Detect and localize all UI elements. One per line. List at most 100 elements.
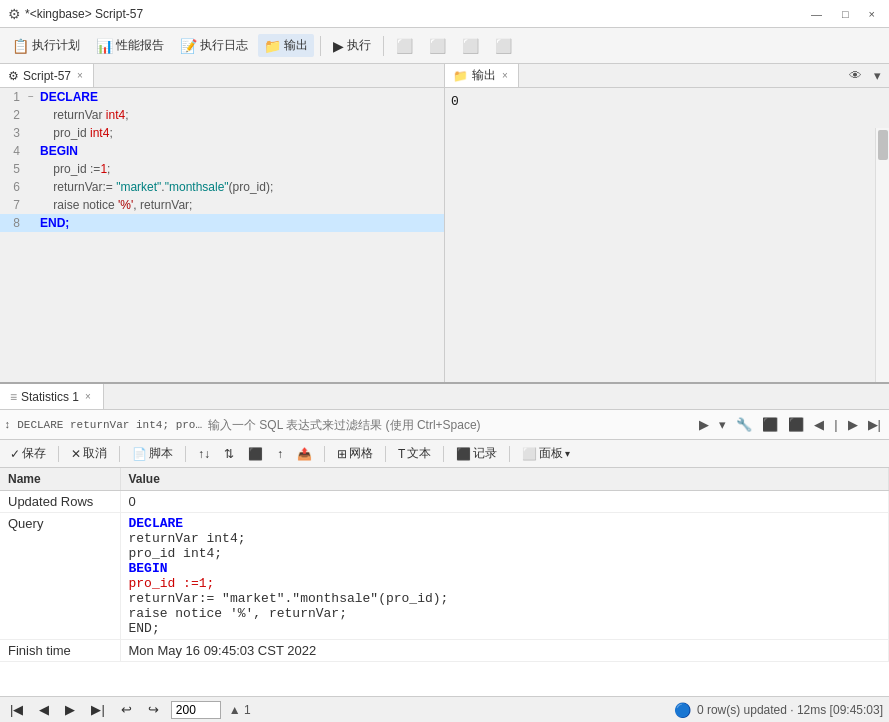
redo-button[interactable]: ↪ xyxy=(144,700,163,719)
cancel-action-label: 取消 xyxy=(83,445,107,462)
col-header-value: Value xyxy=(120,468,889,491)
filter-btn-2[interactable]: ⬛ xyxy=(758,415,782,434)
text-button[interactable]: T 文本 xyxy=(394,443,435,464)
nav-end-btn[interactable]: ▶| xyxy=(864,415,885,434)
record-button[interactable]: ⬛ 记录 xyxy=(452,443,501,464)
nav-next-page-button[interactable]: ▶ xyxy=(61,700,79,719)
perf-report-button[interactable]: 📊 性能报告 xyxy=(90,34,170,57)
nav-next-btn[interactable]: ▶ xyxy=(844,415,862,434)
line-expand-3 xyxy=(28,124,40,142)
execute-label: 执行 xyxy=(347,37,371,54)
script-action-button[interactable]: 📄 脚本 xyxy=(128,443,177,464)
rows-info-text: 0 row(s) updated · 12ms [09:45:03] xyxy=(697,703,883,717)
line-content-7: raise notice '%', returnVar; xyxy=(40,196,444,214)
editor-tab-close[interactable]: × xyxy=(75,69,85,82)
filter-btn-3[interactable]: ⬛ xyxy=(784,415,808,434)
panel-icon: ⬜ xyxy=(522,447,537,461)
statistics-panel: ≡ Statistics 1 × ↕ DECLARE returnVar int… xyxy=(0,382,889,722)
row-value-updated: 0 xyxy=(120,491,889,513)
action-div-6 xyxy=(443,446,444,462)
tool-btn-4[interactable]: ⬜ xyxy=(489,35,518,57)
panel-button[interactable]: ⬜ 面板 ▾ xyxy=(518,443,574,464)
stats-tab-close[interactable]: × xyxy=(83,390,93,403)
output-header: 📁 输出 × 👁 ▾ xyxy=(445,64,889,88)
perf-report-label: 性能报告 xyxy=(116,37,164,54)
filter-input[interactable] xyxy=(208,418,691,432)
output-label: 输出 xyxy=(284,37,308,54)
output-button[interactable]: 📁 输出 xyxy=(258,34,314,57)
query-line-1: returnVar int4; xyxy=(129,531,881,546)
nav-last-button[interactable]: ▶| xyxy=(87,700,108,719)
editor-tab[interactable]: ⚙ Script-57 × xyxy=(0,64,94,87)
script-icon: 📄 xyxy=(132,447,147,461)
save-check-icon: ✓ xyxy=(10,447,20,461)
status-right: 🔵 0 row(s) updated · 12ms [09:45:03] xyxy=(674,702,883,718)
exec-log-button[interactable]: 📝 执行日志 xyxy=(174,34,254,57)
statistics-tab[interactable]: ≡ Statistics 1 × xyxy=(0,384,104,409)
save-action-button[interactable]: ✓ 保存 xyxy=(6,443,50,464)
output-tab[interactable]: 📁 输出 × xyxy=(445,64,519,87)
grid-label: 网格 xyxy=(349,445,373,462)
tool-btn-3[interactable]: ⬜ xyxy=(456,35,485,57)
action-btn-arr2[interactable]: ⇅ xyxy=(220,445,238,463)
row-value-finish: Mon May 16 09:45:03 CST 2022 xyxy=(120,640,889,662)
line-expand-6 xyxy=(28,178,40,196)
table-row: Query DECLARE returnVar int4; pro_id int… xyxy=(0,513,889,640)
exec-plan-button[interactable]: 📋 执行计划 xyxy=(6,34,86,57)
run-filter-button[interactable]: ▶ xyxy=(695,415,713,434)
line-expand-8 xyxy=(28,214,40,232)
line-num-5: 5 xyxy=(0,160,28,178)
tool-btn-1[interactable]: ⬜ xyxy=(390,35,419,57)
output-tab-close[interactable]: × xyxy=(500,69,510,82)
filter-dropdown-button[interactable]: ▾ xyxy=(715,415,730,434)
filter-btn-1[interactable]: 🔧 xyxy=(732,415,756,434)
code-line-7: 7 raise notice '%', returnVar; xyxy=(0,196,444,214)
undo-button[interactable]: ↩ xyxy=(117,700,136,719)
nav-prev-btn[interactable]: ◀ xyxy=(810,415,828,434)
action-btn-arr5[interactable]: 📤 xyxy=(293,445,316,463)
cancel-action-button[interactable]: ✕ 取消 xyxy=(67,443,111,464)
chevron-down-button[interactable]: ▾ xyxy=(870,66,885,85)
panel-label: 面板 xyxy=(539,445,563,462)
action-div-2 xyxy=(119,446,120,462)
output-controls: 👁 ▾ xyxy=(841,64,889,87)
tool-btn-2[interactable]: ⬜ xyxy=(423,35,452,57)
col-header-name: Name xyxy=(0,468,120,491)
action-btn-arr3[interactable]: ⬛ xyxy=(244,445,267,463)
action-div-1 xyxy=(58,446,59,462)
action-btn-arr4[interactable]: ↑ xyxy=(273,445,287,463)
row-value-query: DECLARE returnVar int4; pro_id int4; BEG… xyxy=(120,513,889,640)
cancel-icon: ✕ xyxy=(71,447,81,461)
output-scroll-thumb[interactable] xyxy=(878,130,888,160)
exec-log-icon: 📝 xyxy=(180,38,197,54)
code-line-3: 3 pro_id int4; xyxy=(0,124,444,142)
line-content-3: pro_id int4; xyxy=(40,124,444,142)
status-info-icon: 🔵 xyxy=(674,702,691,718)
arr2-icon: ⇅ xyxy=(224,447,234,461)
query-line-2: pro_id int4; xyxy=(129,546,881,561)
stats-tab-label: Statistics 1 xyxy=(21,390,79,404)
tool-icon-4: ⬜ xyxy=(495,38,512,54)
eye-button[interactable]: 👁 xyxy=(845,66,866,85)
maximize-button[interactable]: □ xyxy=(836,6,855,22)
execute-button[interactable]: ▶ 执行 xyxy=(327,34,377,57)
editor-tab-icon: ⚙ xyxy=(8,69,19,83)
minimize-button[interactable]: — xyxy=(805,6,828,22)
close-button[interactable]: × xyxy=(863,6,881,22)
line-num-4: 4 xyxy=(0,142,28,160)
exec-log-label: 执行日志 xyxy=(200,37,248,54)
table-row: Finish time Mon May 16 09:45:03 CST 2022 xyxy=(0,640,889,662)
record-label: 记录 xyxy=(473,445,497,462)
line-content-4: BEGIN xyxy=(40,142,444,160)
code-line-5: 5 pro_id :=1; xyxy=(0,160,444,178)
title-bar: ⚙ *<kingbase> Script-57 — □ × xyxy=(0,0,889,28)
output-vscroll[interactable] xyxy=(875,128,889,382)
action-btn-arr1[interactable]: ↑↓ xyxy=(194,445,214,463)
page-size-input[interactable] xyxy=(171,701,221,719)
execute-icon: ▶ xyxy=(333,38,344,54)
nav-prev-page-button[interactable]: ◀ xyxy=(35,700,53,719)
script-action-label: 脚本 xyxy=(149,445,173,462)
line-num-6: 6 xyxy=(0,178,28,196)
grid-button[interactable]: ⊞ 网格 xyxy=(333,443,377,464)
nav-first-button[interactable]: |◀ xyxy=(6,700,27,719)
